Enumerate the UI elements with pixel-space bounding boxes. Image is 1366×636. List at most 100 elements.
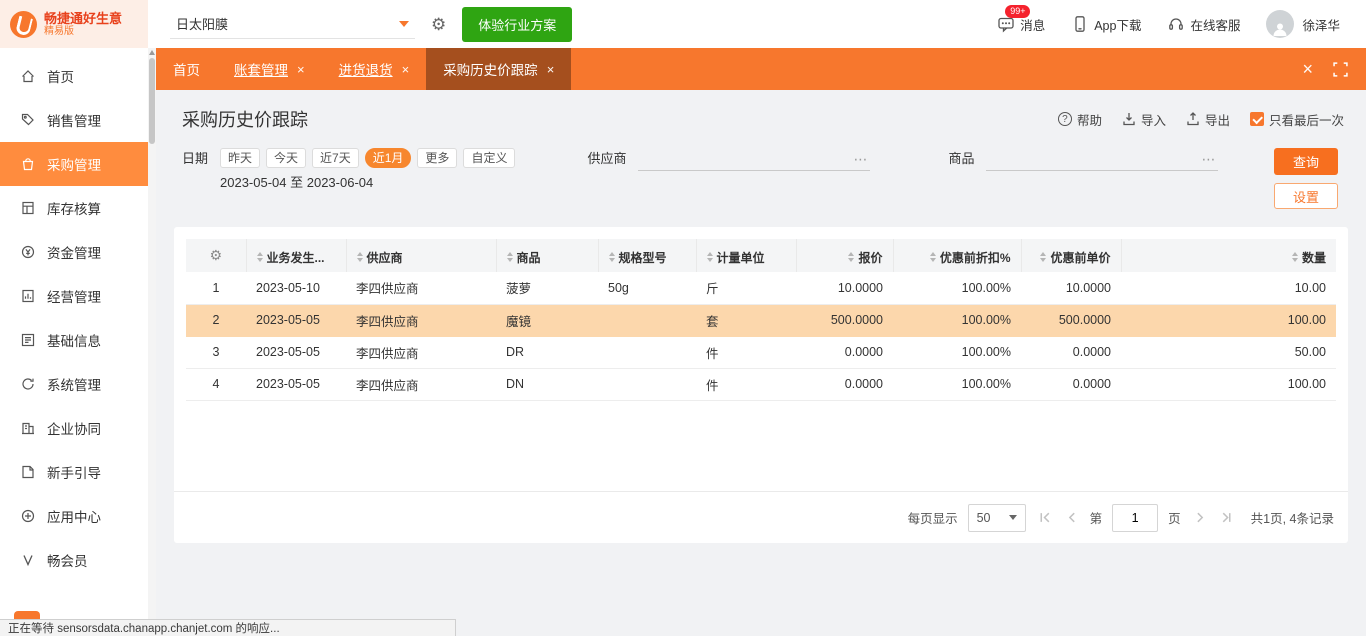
sort-icon[interactable]	[507, 252, 513, 262]
product-input[interactable]	[986, 148, 1198, 170]
tab-close-icon[interactable]: ×	[297, 63, 305, 76]
cell-unit: 件	[696, 336, 796, 368]
sidebar-item-funds[interactable]: 资金管理	[0, 230, 148, 274]
sidebar-item-operations[interactable]: 经营管理	[0, 274, 148, 318]
row-index: 1	[186, 272, 246, 304]
topbar: 畅捷通好生意 精易版 日太阳膜 ⚙ 体验行业方案 99+ 消息 App下载	[0, 0, 1366, 48]
gear-icon[interactable]: ⚙	[431, 16, 446, 33]
tab-close-icon[interactable]: ×	[547, 63, 555, 76]
sort-icon[interactable]	[609, 252, 615, 262]
date-chip-custom[interactable]: 自定义	[463, 148, 515, 168]
product-picker-button[interactable]: ⋯	[1198, 149, 1218, 169]
tab-purchase-returns[interactable]: 进货退货 ×	[322, 48, 427, 90]
sidebar-item-collaboration[interactable]: 企业协同	[0, 406, 148, 450]
cell-spec	[598, 304, 696, 336]
column-settings-icon[interactable]: ⚙	[209, 247, 222, 263]
cell-qty: 100.00	[1121, 304, 1336, 336]
table-row[interactable]: 3 2023-05-05 李四供应商 DR 件 0.0000 100.00% 0…	[186, 336, 1336, 368]
date-chip-yesterday[interactable]: 昨天	[220, 148, 260, 168]
sidebar: 首页 销售管理 采购管理 库存核算 资金管理 经营管理	[0, 48, 148, 636]
filter-bar: 日期 昨天 今天 近7天 近1月 更多 自定义 2023-05-04 至 202…	[156, 142, 1366, 223]
sort-icon[interactable]	[1040, 252, 1046, 262]
column-header-unit[interactable]: 计量单位	[696, 239, 796, 272]
column-header-unit-price[interactable]: 优惠前单价	[1021, 239, 1121, 272]
sidebar-scrollbar[interactable]	[148, 48, 156, 636]
tab-close-icon[interactable]: ×	[402, 63, 410, 76]
last-page-button[interactable]	[1218, 511, 1235, 524]
import-button[interactable]: 导入	[1122, 110, 1166, 129]
supplier-input[interactable]	[638, 148, 850, 170]
refresh-circle-icon	[20, 376, 36, 392]
per-page-select[interactable]: 50	[968, 504, 1026, 532]
date-chip-today[interactable]: 今天	[266, 148, 306, 168]
help-icon: ?	[1058, 112, 1072, 126]
last-only-checkbox[interactable]: 只看最后一次	[1250, 110, 1344, 129]
column-header-date[interactable]: 业务发生...	[246, 239, 346, 272]
sort-icon[interactable]	[707, 252, 713, 262]
sidebar-item-label: 基础信息	[47, 330, 101, 350]
sidebar-item-system[interactable]: 系统管理	[0, 362, 148, 406]
fullscreen-icon[interactable]	[1333, 62, 1348, 77]
building-icon	[20, 420, 36, 436]
table-row-selected[interactable]: 2 2023-05-05 李四供应商 魔镜 套 500.0000 100.00%…	[186, 304, 1336, 336]
close-icon[interactable]: ×	[1302, 60, 1313, 78]
table-row[interactable]: 1 2023-05-10 李四供应商 菠萝 50g 斤 10.0000 100.…	[186, 272, 1336, 304]
tab-purchase-history[interactable]: 采购历史价跟踪 ×	[426, 48, 571, 90]
date-chip-group: 昨天 今天 近7天 近1月 更多 自定义	[220, 148, 515, 168]
column-header-qty[interactable]: 数量	[1121, 239, 1336, 272]
sort-icon[interactable]	[1292, 252, 1298, 262]
sidebar-item-purchase[interactable]: 采购管理	[0, 142, 148, 186]
messages-button[interactable]: 99+ 消息	[997, 15, 1045, 34]
account-select[interactable]: 日太阳膜	[170, 9, 415, 39]
next-page-button[interactable]	[1191, 511, 1208, 524]
date-chip-more[interactable]: 更多	[417, 148, 457, 168]
page-suffix-label: 页	[1168, 508, 1181, 527]
sidebar-item-app-center[interactable]: 应用中心	[0, 494, 148, 538]
sidebar-item-sales[interactable]: 销售管理	[0, 98, 148, 142]
sidebar-item-guide[interactable]: 新手引导	[0, 450, 148, 494]
column-header-price[interactable]: 报价	[796, 239, 893, 272]
column-header-spec[interactable]: 规格型号	[598, 239, 696, 272]
export-button[interactable]: 导出	[1186, 110, 1230, 129]
user-menu[interactable]: 徐泽华	[1266, 10, 1340, 38]
sidebar-item-base-info[interactable]: 基础信息	[0, 318, 148, 362]
ledger-icon	[20, 200, 36, 216]
settings-button[interactable]: 设置	[1274, 183, 1338, 209]
trial-solution-button[interactable]: 体验行业方案	[462, 7, 572, 42]
sort-icon[interactable]	[930, 252, 936, 262]
cell-supplier: 李四供应商	[346, 368, 496, 400]
cell-supplier: 李四供应商	[346, 304, 496, 336]
cell-discount: 100.00%	[893, 368, 1021, 400]
sort-icon[interactable]	[848, 252, 854, 262]
app-download-button[interactable]: App下载	[1071, 15, 1141, 34]
app-logo[interactable]: 畅捷通好生意 精易版	[0, 0, 148, 48]
sidebar-item-inventory[interactable]: 库存核算	[0, 186, 148, 230]
sort-icon[interactable]	[357, 252, 363, 262]
date-chip-1month[interactable]: 近1月	[365, 148, 412, 168]
column-header-supplier[interactable]: 供应商	[346, 239, 496, 272]
last-only-label: 只看最后一次	[1269, 110, 1344, 129]
date-chip-7days[interactable]: 近7天	[312, 148, 359, 168]
row-index: 4	[186, 368, 246, 400]
sidebar-item-member[interactable]: 畅会员	[0, 538, 148, 582]
supplier-input-wrap: ⋯	[638, 148, 870, 171]
online-service-button[interactable]: 在线客服	[1167, 15, 1240, 34]
help-button[interactable]: ? 帮助	[1058, 110, 1102, 129]
query-button[interactable]: 查询	[1274, 148, 1338, 175]
column-header-discount[interactable]: 优惠前折扣%	[893, 239, 1021, 272]
date-range[interactable]: 2023-05-04 至 2023-06-04	[220, 172, 515, 191]
first-page-button[interactable]	[1036, 511, 1053, 524]
page-number-input[interactable]	[1112, 504, 1158, 532]
table-row[interactable]: 4 2023-05-05 李四供应商 DN 件 0.0000 100.00% 0…	[186, 368, 1336, 400]
sidebar-item-home[interactable]: 首页	[0, 54, 148, 98]
scrollbar-thumb[interactable]	[149, 58, 155, 144]
cell-qty: 50.00	[1121, 336, 1336, 368]
column-header-product[interactable]: 商品	[496, 239, 598, 272]
list-icon	[20, 332, 36, 348]
supplier-picker-button[interactable]: ⋯	[850, 149, 870, 169]
cell-product: 魔镜	[496, 304, 598, 336]
tab-account-books[interactable]: 账套管理 ×	[217, 48, 322, 90]
tab-home[interactable]: 首页	[156, 48, 217, 90]
sort-icon[interactable]	[257, 252, 263, 262]
prev-page-button[interactable]	[1063, 511, 1080, 524]
